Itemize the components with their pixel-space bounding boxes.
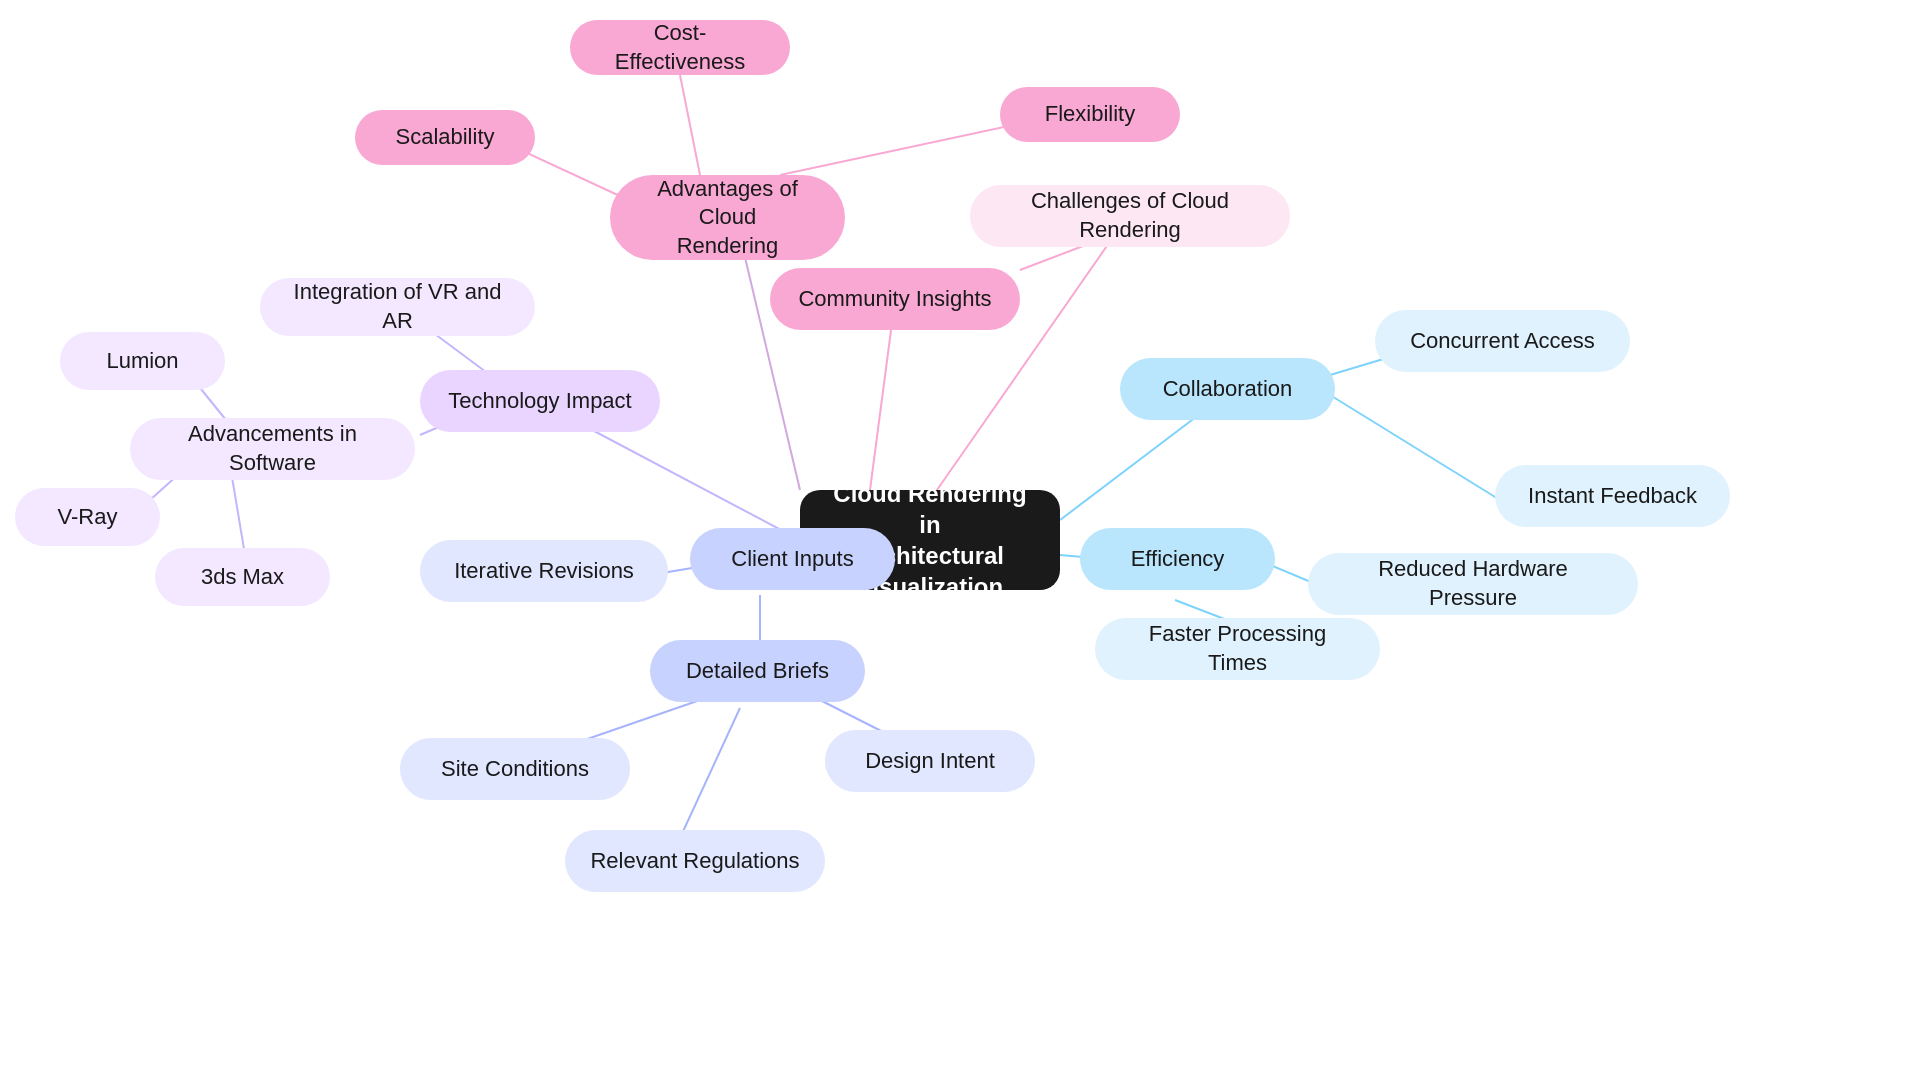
svg-line-1 [930,220,1125,500]
technology-impact-node: Technology Impact [420,370,660,432]
vray-label: V-Ray [58,503,118,532]
relevant-regulations-label: Relevant Regulations [590,847,799,876]
advantages-label: Advantages of Cloud Rendering [634,175,821,261]
community-node: Community Insights [770,268,1020,330]
technology-impact-label: Technology Impact [448,387,631,416]
iterative-revisions-node: Iterative Revisions [420,540,668,602]
instant-feedback-label: Instant Feedback [1528,482,1697,511]
flexibility-node: Flexibility [1000,87,1180,142]
site-conditions-label: Site Conditions [441,755,589,784]
community-label: Community Insights [798,285,991,314]
site-conditions-node: Site Conditions [400,738,630,800]
client-inputs-label: Client Inputs [731,545,853,574]
svg-line-7 [680,75,700,175]
3dsmax-node: 3ds Max [155,548,330,606]
challenges-node: Challenges of Cloud Rendering [970,185,1290,247]
design-intent-node: Design Intent [825,730,1035,792]
scalability-node: Scalability [355,110,535,165]
client-inputs-node: Client Inputs [690,528,895,590]
advancements-software-node: Advancements in Software [130,418,415,480]
cost-effectiveness-label: Cost-Effectiveness [594,19,766,76]
lumion-label: Lumion [106,347,178,376]
concurrent-access-node: Concurrent Access [1375,310,1630,372]
scalability-label: Scalability [395,123,494,152]
lumion-node: Lumion [60,332,225,390]
efficiency-label: Efficiency [1131,545,1225,574]
integration-vr-label: Integration of VR and AR [284,278,511,335]
reduced-hardware-node: Reduced Hardware Pressure [1308,553,1638,615]
reduced-hardware-label: Reduced Hardware Pressure [1332,555,1614,612]
iterative-revisions-label: Iterative Revisions [454,557,634,586]
svg-line-17 [1330,395,1500,500]
concurrent-access-label: Concurrent Access [1410,327,1595,356]
detailed-briefs-label: Detailed Briefs [686,657,829,686]
advancements-software-label: Advancements in Software [154,420,391,477]
challenges-label: Challenges of Cloud Rendering [994,187,1266,244]
cost-effectiveness-node: Cost-Effectiveness [570,20,790,75]
3dsmax-label: 3ds Max [201,563,284,592]
efficiency-node: Efficiency [1080,528,1275,590]
instant-feedback-node: Instant Feedback [1495,465,1730,527]
advantages-node: Advantages of Cloud Rendering [610,175,845,260]
detailed-briefs-node: Detailed Briefs [650,640,865,702]
vray-node: V-Ray [15,488,160,546]
flexibility-label: Flexibility [1045,100,1135,129]
faster-processing-label: Faster Processing Times [1119,620,1356,677]
svg-line-24 [680,708,740,838]
integration-vr-node: Integration of VR and AR [260,278,535,336]
collaboration-label: Collaboration [1163,375,1293,404]
design-intent-label: Design Intent [865,747,995,776]
faster-processing-node: Faster Processing Times [1095,618,1380,680]
relevant-regulations-node: Relevant Regulations [565,830,825,892]
collaboration-node: Collaboration [1120,358,1335,420]
